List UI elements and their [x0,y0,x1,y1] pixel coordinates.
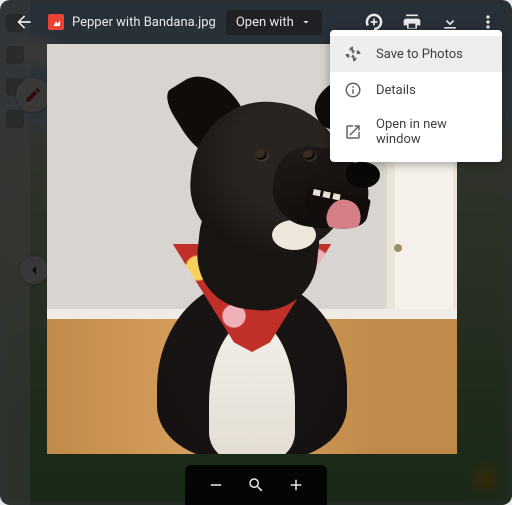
open-in-new-icon [344,123,362,141]
add-to-drive-icon [364,12,384,32]
plus-icon [287,476,305,494]
zoom-reset-button[interactable] [245,474,267,496]
image-filetype-icon [48,14,64,30]
info-icon [344,81,362,99]
file-chip[interactable]: Pepper with Bandana.jpg [48,14,216,30]
arrow-back-icon [14,12,34,32]
more-vert-icon [478,12,498,32]
minus-icon [207,476,225,494]
filename-label: Pepper with Bandana.jpg [72,15,216,30]
menu-item-label: Details [376,83,416,98]
menu-item-label: Save to Photos [376,47,463,62]
caret-down-icon [300,16,312,28]
back-button[interactable] [10,8,38,36]
zoom-toolbar [185,465,327,505]
zoom-in-button[interactable] [285,474,307,496]
zoom-out-button[interactable] [205,474,227,496]
more-actions-menu: Save to Photos Details Open in new windo… [330,30,502,162]
menu-item-label: Open in new window [376,117,488,147]
open-with-label: Open with [236,15,294,30]
magnify-icon [247,476,265,494]
menu-item-open-new-window[interactable]: Open in new window [330,108,502,156]
open-with-dropdown[interactable]: Open with [226,10,322,35]
app-stage: Pepper with Bandana.jpg Open with [0,0,512,505]
menu-item-save-to-photos[interactable]: Save to Photos [330,36,502,72]
photos-icon [344,45,362,63]
download-icon [440,12,460,32]
menu-item-details[interactable]: Details [330,72,502,108]
print-icon [402,12,422,32]
